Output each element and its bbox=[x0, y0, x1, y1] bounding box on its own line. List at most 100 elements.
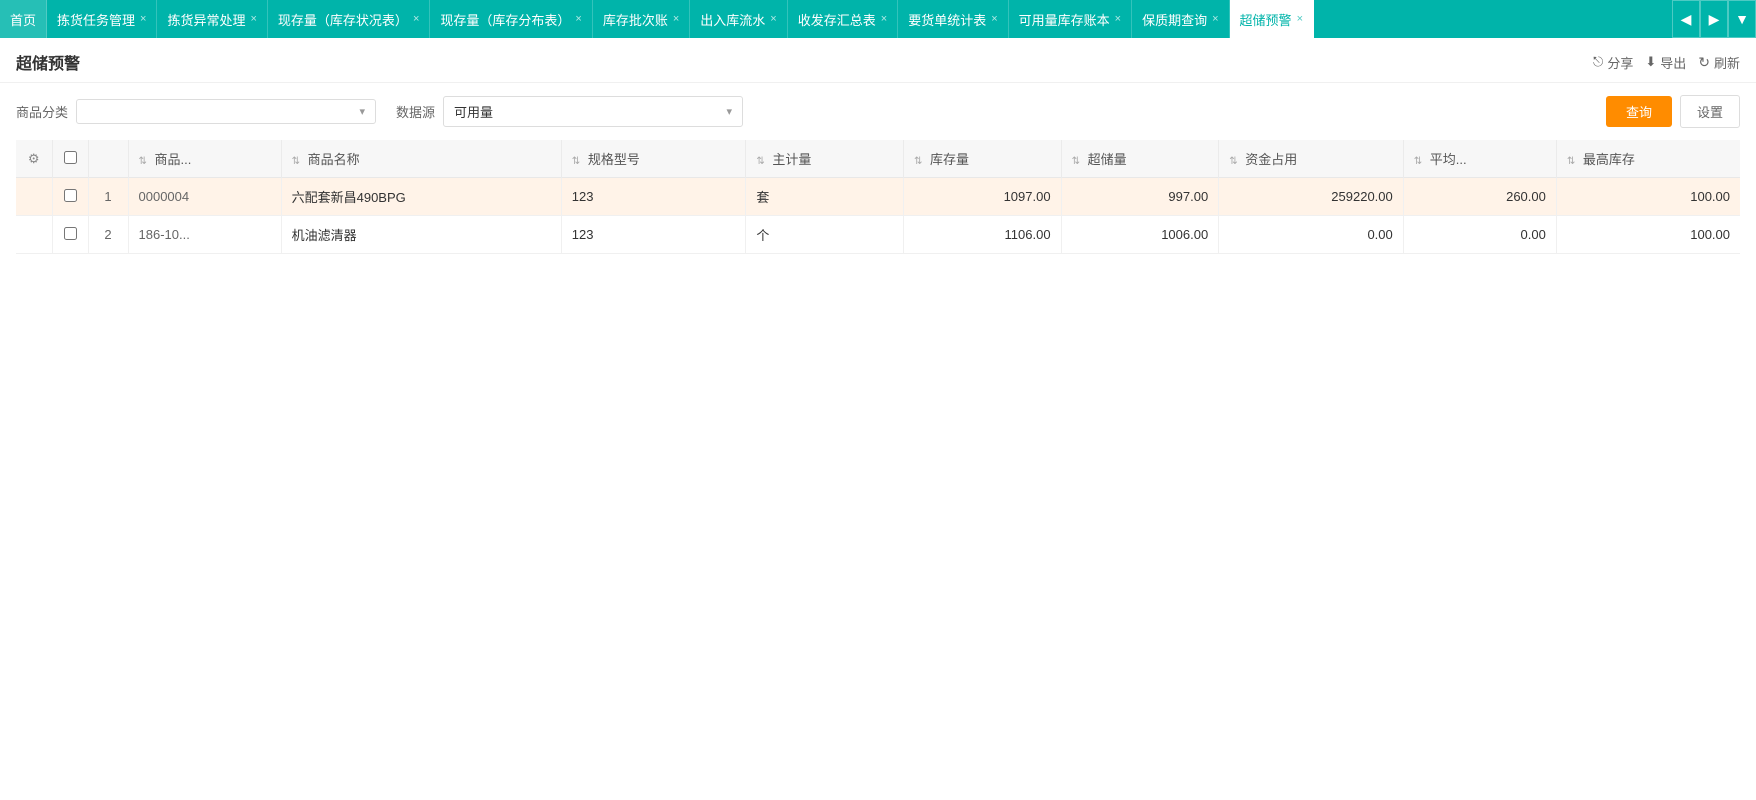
nav-pick-exception[interactable]: 拣货异常处理 × bbox=[157, 0, 267, 38]
select-all-checkbox[interactable] bbox=[64, 151, 77, 164]
refresh-button[interactable]: ↻ 刷新 bbox=[1698, 53, 1740, 72]
table-header-row: ⚙ ⇅ 商品... ⇅ 商品名称 ⇅ bbox=[16, 140, 1740, 178]
nav-stock-dist[interactable]: 现存量（库存分布表） × bbox=[430, 0, 592, 38]
sort-icon: ⇅ bbox=[1072, 156, 1080, 167]
nav-more-arrow[interactable]: ▼ bbox=[1728, 0, 1756, 38]
category-filter: 商品分类 ▾ bbox=[16, 99, 376, 124]
sort-icon: ⇅ bbox=[1567, 156, 1575, 167]
row-code: 186-10... bbox=[128, 216, 281, 254]
close-icon[interactable]: × bbox=[770, 13, 776, 25]
chevron-down-icon: ▾ bbox=[359, 105, 365, 118]
query-button[interactable]: 查询 bbox=[1606, 96, 1672, 127]
row-name: 六配套新昌490BPG bbox=[281, 178, 561, 216]
chevron-down-icon: ▾ bbox=[727, 105, 733, 118]
row-unit: 套 bbox=[746, 178, 904, 216]
col-maxstock-header[interactable]: ⇅ 最高库存 bbox=[1556, 140, 1740, 178]
nav-receipt-summary[interactable]: 收发存汇总表 × bbox=[788, 0, 898, 38]
top-navigation: 首页 拣货任务管理 × 拣货异常处理 × 现存量（库存状况表） × 现存量（库存… bbox=[0, 0, 1756, 38]
filter-actions: 查询 设置 bbox=[1606, 95, 1740, 128]
col-spec-header[interactable]: ⇅ 规格型号 bbox=[561, 140, 746, 178]
row-stock: 1106.00 bbox=[903, 216, 1061, 254]
row-capital: 0.00 bbox=[1219, 216, 1404, 254]
row-checkbox-cell[interactable] bbox=[52, 178, 88, 216]
row-number: 1 bbox=[88, 178, 128, 216]
close-icon[interactable]: × bbox=[1115, 13, 1121, 25]
share-icon: ⎋ bbox=[1593, 54, 1603, 70]
col-unit-header[interactable]: ⇅ 主计量 bbox=[746, 140, 904, 178]
nav-inout-flow[interactable]: 出入库流水 × bbox=[690, 0, 787, 38]
share-button[interactable]: ⎋ 分享 bbox=[1593, 53, 1633, 72]
page-actions: ⎋ 分享 ⬇ 导出 ↻ 刷新 bbox=[1593, 53, 1740, 72]
nav-requisition-stat[interactable]: 要货单统计表 × bbox=[898, 0, 1008, 38]
nav-home[interactable]: 首页 bbox=[0, 0, 47, 38]
sort-icon: ⇅ bbox=[1229, 156, 1237, 167]
col-num-header bbox=[88, 140, 128, 178]
nav-arrows: ◀ ▶ ▼ bbox=[1672, 0, 1756, 38]
gear-icon[interactable]: ⚙ bbox=[28, 151, 40, 166]
nav-left-arrow[interactable]: ◀ bbox=[1672, 0, 1700, 38]
export-button[interactable]: ⬇ 导出 bbox=[1645, 53, 1686, 72]
sort-icon: ⇅ bbox=[756, 156, 764, 167]
close-icon[interactable]: × bbox=[1212, 13, 1218, 25]
category-select[interactable]: ▾ bbox=[76, 99, 376, 124]
close-icon[interactable]: × bbox=[575, 13, 581, 25]
export-icon: ⬇ bbox=[1645, 54, 1656, 70]
row-checkbox-cell[interactable] bbox=[52, 216, 88, 254]
table-row: 1 0000004 六配套新昌490BPG 123 套 1097.00 997.… bbox=[16, 178, 1740, 216]
page-header: 超储预警 ⎋ 分享 ⬇ 导出 ↻ 刷新 bbox=[0, 38, 1756, 83]
close-icon[interactable]: × bbox=[250, 13, 256, 25]
row-avg: 0.00 bbox=[1403, 216, 1556, 254]
nav-pick-task[interactable]: 拣货任务管理 × bbox=[47, 0, 157, 38]
overstock-table: ⚙ ⇅ 商品... ⇅ 商品名称 ⇅ bbox=[16, 140, 1740, 254]
nav-stock-status[interactable]: 现存量（库存状况表） × bbox=[268, 0, 430, 38]
nav-right-arrow[interactable]: ▶ bbox=[1700, 0, 1728, 38]
row-overstock: 1006.00 bbox=[1061, 216, 1219, 254]
datasource-filter: 数据源 可用量 ▾ bbox=[396, 96, 743, 127]
table-container: ⚙ ⇅ 商品... ⇅ 商品名称 ⇅ bbox=[0, 140, 1756, 254]
col-name-header[interactable]: ⇅ 商品名称 bbox=[281, 140, 561, 178]
close-icon[interactable]: × bbox=[881, 13, 887, 25]
row-code: 0000004 bbox=[128, 178, 281, 216]
datasource-label: 数据源 bbox=[396, 102, 435, 121]
col-overstock-header[interactable]: ⇅ 超储量 bbox=[1061, 140, 1219, 178]
row-gear-cell bbox=[16, 216, 52, 254]
row-gear-cell bbox=[16, 178, 52, 216]
row-overstock: 997.00 bbox=[1061, 178, 1219, 216]
sort-icon: ⇅ bbox=[292, 156, 300, 167]
col-stock-header[interactable]: ⇅ 库存量 bbox=[903, 140, 1061, 178]
checkbox-header[interactable] bbox=[52, 140, 88, 178]
settings-button[interactable]: 设置 bbox=[1680, 95, 1740, 128]
sort-icon: ⇅ bbox=[914, 156, 922, 167]
row-capital: 259220.00 bbox=[1219, 178, 1404, 216]
table-row: 2 186-10... 机油滤清器 123 个 1106.00 1006.00 … bbox=[16, 216, 1740, 254]
datasource-select-value: 可用量 bbox=[454, 102, 493, 121]
row-name: 机油滤清器 bbox=[281, 216, 561, 254]
row-spec: 123 bbox=[561, 178, 746, 216]
row-stock: 1097.00 bbox=[903, 178, 1061, 216]
sort-icon: ⇅ bbox=[572, 156, 580, 167]
nav-stock-batch[interactable]: 库存批次账 × bbox=[593, 0, 690, 38]
sort-icon: ⇅ bbox=[1414, 156, 1422, 167]
nav-overstock[interactable]: 超储预警 × bbox=[1230, 0, 1314, 38]
col-avg-header[interactable]: ⇅ 平均... bbox=[1403, 140, 1556, 178]
nav-available-stock[interactable]: 可用量库存账本 × bbox=[1009, 0, 1132, 38]
refresh-icon: ↻ bbox=[1698, 54, 1710, 71]
nav-shelf-life[interactable]: 保质期查询 × bbox=[1132, 0, 1229, 38]
gear-header: ⚙ bbox=[16, 140, 52, 178]
sort-icon: ⇅ bbox=[139, 156, 147, 167]
row-checkbox[interactable] bbox=[64, 227, 77, 240]
col-capital-header[interactable]: ⇅ 资金占用 bbox=[1219, 140, 1404, 178]
close-icon[interactable]: × bbox=[673, 13, 679, 25]
row-spec: 123 bbox=[561, 216, 746, 254]
category-label: 商品分类 bbox=[16, 102, 68, 121]
close-icon[interactable]: × bbox=[140, 13, 146, 25]
filter-bar: 商品分类 ▾ 数据源 可用量 ▾ 查询 设置 bbox=[0, 83, 1756, 140]
close-icon[interactable]: × bbox=[1297, 13, 1303, 25]
row-checkbox[interactable] bbox=[64, 189, 77, 202]
close-icon[interactable]: × bbox=[413, 13, 419, 25]
row-unit: 个 bbox=[746, 216, 904, 254]
close-icon[interactable]: × bbox=[991, 13, 997, 25]
col-code-header[interactable]: ⇅ 商品... bbox=[128, 140, 281, 178]
datasource-select[interactable]: 可用量 ▾ bbox=[443, 96, 743, 127]
page-title: 超储预警 bbox=[16, 50, 80, 74]
